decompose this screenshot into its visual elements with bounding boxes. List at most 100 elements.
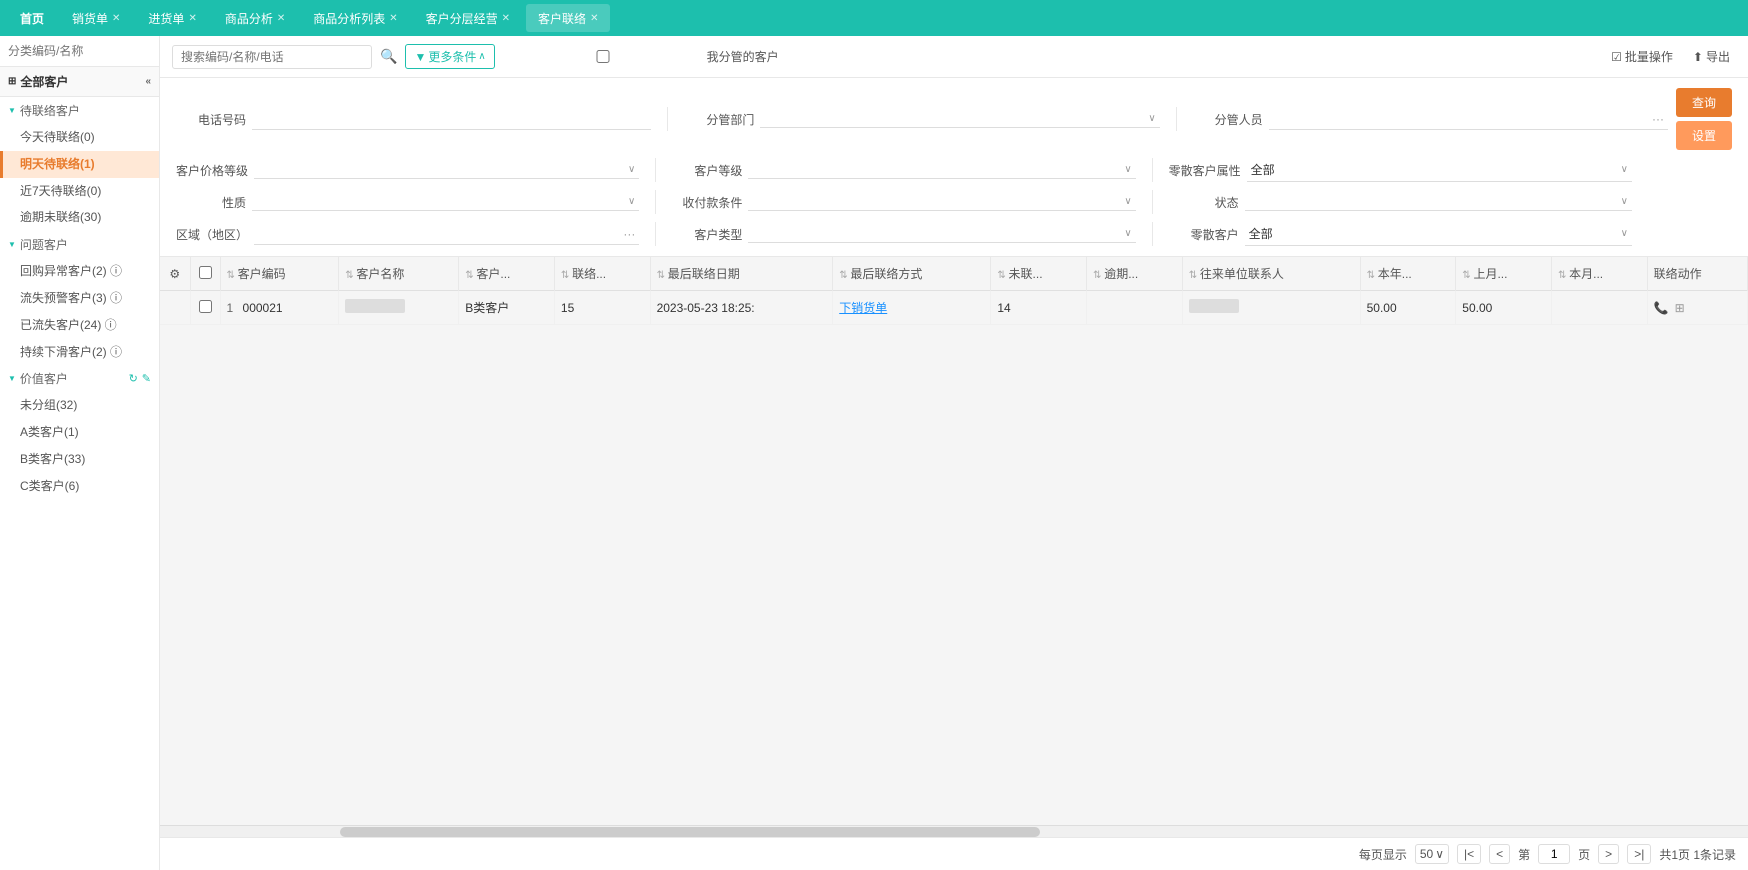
my-customers-checkbox[interactable] [503, 50, 703, 63]
export-icon: ⬆ [1693, 50, 1703, 64]
price-level-select[interactable]: ∨ [254, 161, 639, 179]
th-method-label: 最后联络方式 [850, 267, 922, 281]
page-number-input[interactable] [1538, 844, 1570, 864]
phone-input[interactable] [252, 109, 651, 130]
row-method-link[interactable]: 下销货单 [839, 301, 887, 315]
nature-select[interactable]: ∨ [252, 193, 639, 211]
close-product-list-icon[interactable]: ✕ [389, 13, 397, 24]
next-page-button[interactable]: > [1598, 844, 1619, 864]
query-button[interactable]: 查询 [1676, 88, 1732, 117]
sidebar-item-ungrouped[interactable]: 未分组(32) [0, 392, 159, 419]
th-contact-count[interactable]: 联络... [554, 257, 650, 291]
horizontal-scrollbar[interactable] [160, 825, 1748, 837]
more-filters-button[interactable]: ▼ 更多条件 ∧ [405, 44, 494, 69]
th-last-month[interactable]: 上月... [1456, 257, 1552, 291]
select-all-checkbox[interactable] [199, 266, 212, 279]
close-segment-icon[interactable]: ✕ [502, 13, 510, 24]
sidebar-item-tomorrow-contact[interactable]: 明天待联络(1) [0, 151, 159, 178]
person-dots[interactable]: ··· [1652, 112, 1664, 126]
th-this-month[interactable]: 本月... [1551, 257, 1647, 291]
close-purchase-icon[interactable]: ✕ [188, 13, 196, 24]
first-page-button[interactable]: |< [1457, 844, 1481, 864]
page-size-select[interactable]: 50 ∨ [1415, 844, 1449, 864]
nav-purchase-label: 进货单 [148, 10, 184, 27]
retail-customer-select[interactable]: 全部 ∨ [1245, 222, 1632, 246]
edit-icon[interactable]: ✎ [142, 372, 151, 385]
customer-type-select[interactable]: ∨ [748, 225, 1135, 243]
nav-sales-order[interactable]: 销货单 ✕ [60, 4, 132, 32]
region-dots[interactable]: ··· [623, 227, 635, 241]
row-checkbox[interactable] [199, 300, 212, 313]
batch-op-button[interactable]: ☑ 批量操作 [1605, 45, 1679, 68]
nav-sales-label: 销货单 [72, 10, 108, 27]
nav-customer-contact[interactable]: 客户联络 ✕ [526, 4, 610, 32]
status-select[interactable]: ∨ [1245, 193, 1632, 211]
close-product-analysis-icon[interactable]: ✕ [277, 13, 285, 24]
customer-table: ⚙ 客户编码 客户名称 客户... 联络... [160, 257, 1748, 325]
th-checkbox[interactable] [190, 257, 220, 291]
region-select[interactable]: ··· [254, 224, 639, 245]
nature-label: 性质 [176, 194, 246, 211]
search-input[interactable] [172, 45, 372, 69]
th-this-year[interactable]: 本年... [1360, 257, 1456, 291]
th-last-contact-method[interactable]: 最后联络方式 [833, 257, 991, 291]
nav-home[interactable]: 首页 [8, 4, 56, 32]
grid-action-icon[interactable]: ⊞ [1675, 301, 1685, 315]
status-label: 状态 [1169, 194, 1239, 211]
ungrouped-label: 未分组(32) [20, 398, 77, 412]
sidebar-item-7days-contact[interactable]: 近7天待联络(0) [0, 178, 159, 205]
class-a-label: A类客户(1) [20, 425, 79, 439]
row-contact-masked [1189, 299, 1239, 313]
sidebar-item-churned[interactable]: 已流失客户(24) ⓘ [0, 312, 159, 339]
row-contact-count: 15 [554, 291, 650, 325]
th-uncontacted[interactable]: 未联... [991, 257, 1087, 291]
sidebar-item-class-a[interactable]: A类客户(1) [0, 419, 159, 446]
retail-attr-select[interactable]: 全部 ∨ [1247, 158, 1632, 182]
all-customers-header[interactable]: ⊞ 全部客户 « [0, 67, 159, 97]
export-button[interactable]: ⬆ 导出 [1687, 45, 1736, 68]
overdue-contact-label: 逾期未联络(30) [20, 210, 101, 224]
group-pending-label: 待联络客户 [20, 102, 80, 119]
payment-select[interactable]: ∨ [748, 193, 1135, 211]
sidebar-item-class-c[interactable]: C类客户(6) [0, 473, 159, 500]
refresh-icon[interactable]: ↻ [129, 372, 138, 385]
sidebar-item-declining[interactable]: 持续下滑客户(2) ⓘ [0, 339, 159, 366]
class-c-label: C类客户(6) [20, 479, 79, 493]
th-name[interactable]: 客户名称 [339, 257, 459, 291]
th-code[interactable]: 客户编码 [220, 257, 339, 291]
close-sales-icon[interactable]: ✕ [112, 13, 120, 24]
phone-action-icon[interactable]: 📞 [1654, 301, 1669, 315]
th-type[interactable]: 客户... [459, 257, 555, 291]
sidebar-item-today-contact[interactable]: 今天待联络(0) [0, 124, 159, 151]
sidebar-item-abnormal[interactable]: 回购异常客户(2) ⓘ [0, 258, 159, 285]
group-problem-customers[interactable]: ▼ 问题客户 [0, 231, 159, 258]
th-overdue[interactable]: 逾期... [1087, 257, 1183, 291]
sidebar-item-churn-warning[interactable]: 流失预警客户(3) ⓘ [0, 285, 159, 312]
prev-page-button[interactable]: < [1489, 844, 1510, 864]
filter-cell-phone: 电话号码 [176, 109, 651, 130]
nav-purchase-order[interactable]: 进货单 ✕ [136, 4, 208, 32]
sidebar-search-input[interactable] [8, 44, 160, 58]
search-button[interactable]: 🔍 [380, 48, 397, 65]
triangle-icon3: ▼ [8, 374, 16, 383]
group-value-customers[interactable]: ▼ 价值客户 ↻ ✎ [0, 365, 159, 392]
nav-customer-segment[interactable]: 客户分层经营 ✕ [414, 4, 522, 32]
nav-product-analysis-list[interactable]: 商品分析列表 ✕ [301, 4, 409, 32]
dept-select[interactable]: ∨ [760, 110, 1159, 128]
scroll-thumb[interactable] [340, 827, 1040, 837]
person-select[interactable]: ··· [1269, 109, 1668, 130]
close-contact-icon[interactable]: ✕ [590, 13, 598, 24]
nav-product-analysis[interactable]: 商品分析 ✕ [213, 4, 297, 32]
customer-level-select[interactable]: ∨ [748, 161, 1135, 179]
th-contact-person[interactable]: 往来单位联系人 [1182, 257, 1360, 291]
th-gear[interactable]: ⚙ [160, 257, 190, 291]
collapse-icon[interactable]: « [145, 76, 151, 87]
th-last-contact-date[interactable]: 最后联络日期 [650, 257, 833, 291]
set-button[interactable]: 设置 [1676, 121, 1732, 150]
sidebar-item-class-b[interactable]: B类客户(33) [0, 446, 159, 473]
row-checkbox-cell[interactable] [190, 291, 220, 325]
group-pending-contact[interactable]: ▼ 待联络客户 [0, 97, 159, 124]
sidebar-item-overdue-contact[interactable]: 逾期未联络(30) [0, 204, 159, 231]
last-page-button[interactable]: >| [1627, 844, 1651, 864]
my-customers-checkbox-container[interactable]: 我分管的客户 [503, 48, 779, 65]
